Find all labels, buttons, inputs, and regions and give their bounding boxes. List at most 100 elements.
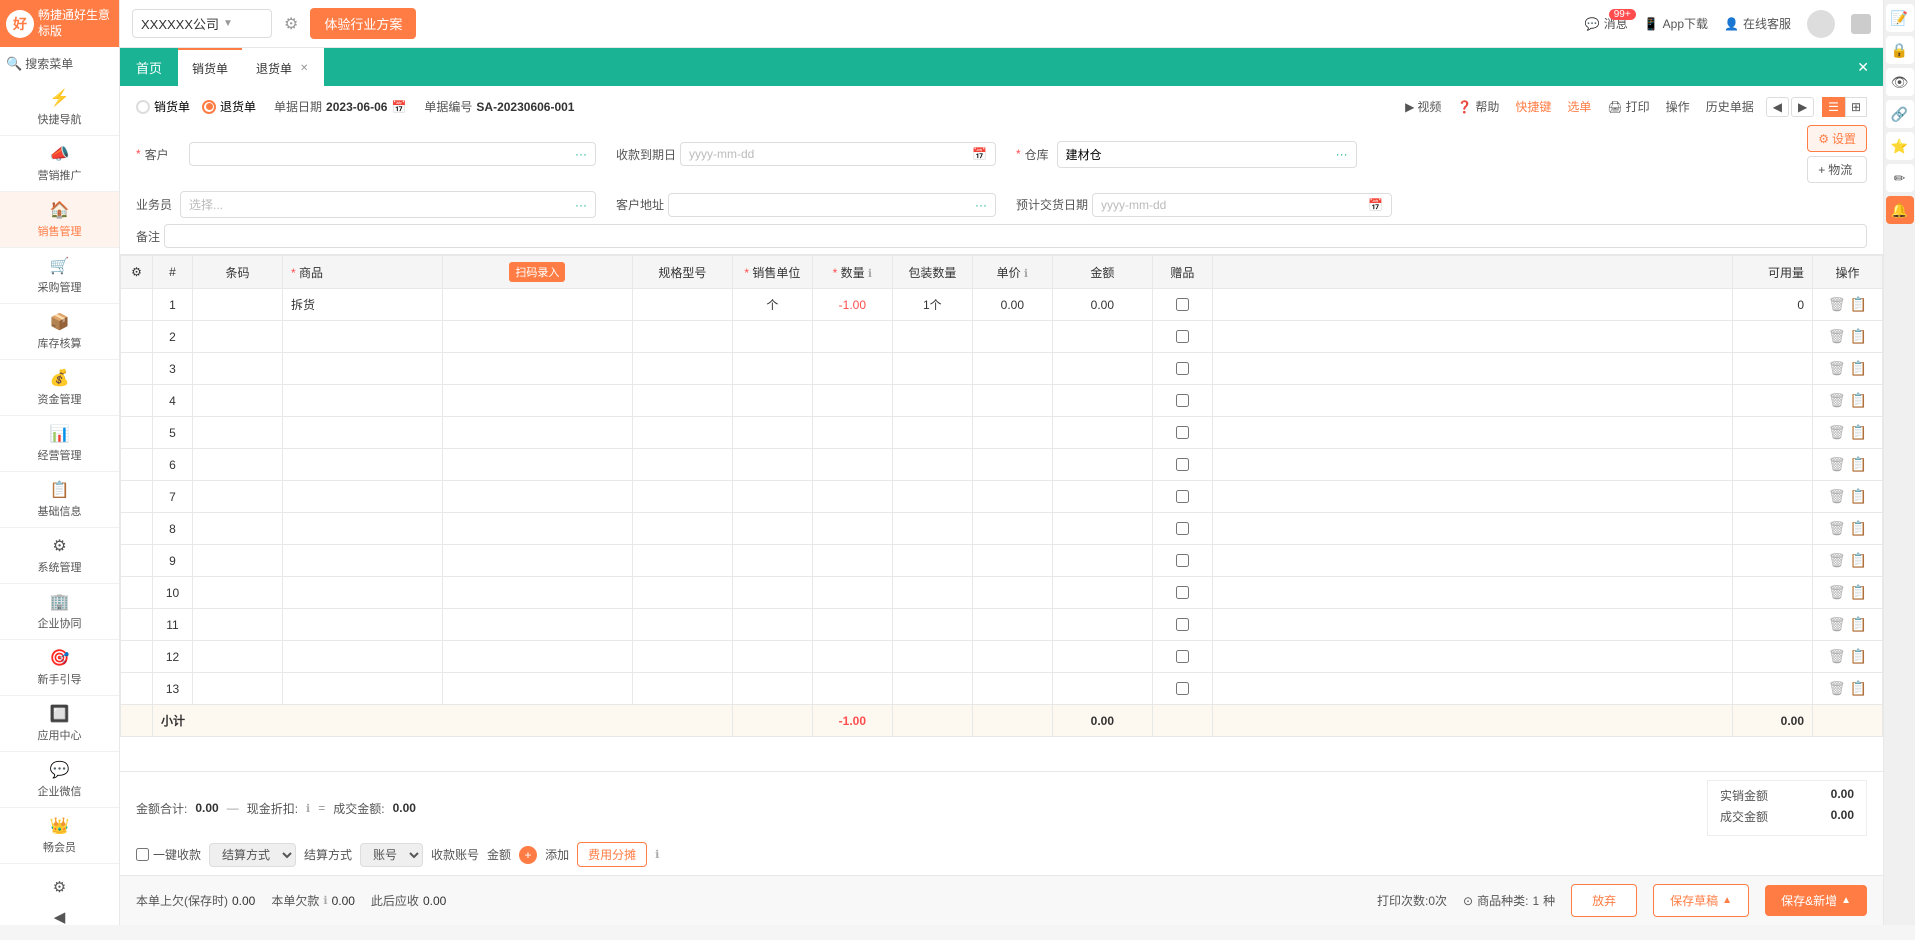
history-btn[interactable]: 历史单据 — [1702, 96, 1758, 117]
help-btn[interactable]: ❓ 帮助 — [1453, 96, 1503, 117]
sidebar-item-finance[interactable]: 💰 资金管理 — [0, 360, 119, 416]
copy-icon-4[interactable]: 📋 — [1850, 392, 1867, 409]
shortcut-btn[interactable]: 快捷键 — [1511, 96, 1555, 117]
logistics-button[interactable]: + 物流 — [1807, 156, 1867, 183]
qty-info-icon[interactable]: ℹ — [868, 268, 872, 280]
delete-icon-5[interactable]: 🗑 — [1828, 424, 1846, 441]
tab-home[interactable]: 首页 — [120, 48, 178, 86]
rp-edit-btn[interactable]: 📝 — [1886, 4, 1914, 32]
view-grid-btn[interactable]: ⊞ — [1845, 97, 1867, 117]
gift-checkbox-10[interactable] — [1176, 586, 1189, 599]
gift-checkbox-9[interactable] — [1176, 554, 1189, 567]
delete-icon-7[interactable]: 🗑 — [1828, 488, 1846, 505]
rp-pencil-btn[interactable]: ✏ — [1886, 164, 1914, 192]
settlement-method-select[interactable]: 结算方式 — [209, 843, 296, 867]
price-info-icon[interactable]: ℹ — [1024, 268, 1028, 280]
delete-icon-8[interactable]: 🗑 — [1828, 520, 1846, 537]
sidebar-item-system[interactable]: ⚙ 系统管理 — [0, 528, 119, 584]
sidebar-item-quick-nav[interactable]: ⚡ 快捷导航 — [0, 80, 119, 136]
salesperson-input[interactable]: 选择... ··· — [180, 191, 596, 218]
gift-checkbox-6[interactable] — [1176, 458, 1189, 471]
sidebar-item-enterprise[interactable]: 🏢 企业协同 — [0, 584, 119, 640]
sidebar-item-wechat[interactable]: 💬 企业微信 — [0, 752, 119, 808]
gift-checkbox-3[interactable] — [1176, 362, 1189, 375]
copy-icon-3[interactable]: 📋 — [1850, 360, 1867, 377]
company-selector[interactable]: XXXXXX公司 ▼ — [132, 9, 272, 38]
delete-icon-1[interactable]: 🗑 — [1828, 296, 1846, 313]
gift-checkbox-12[interactable] — [1176, 650, 1189, 663]
discard-button[interactable]: 放弃 — [1571, 884, 1637, 917]
rp-lock-btn[interactable]: 🔒 — [1886, 36, 1914, 64]
tab-close-icon[interactable]: ✕ — [298, 61, 310, 76]
sidebar-search[interactable]: 🔍 搜索菜单 — [0, 47, 119, 80]
delete-icon-11[interactable]: 🗑 — [1828, 616, 1846, 633]
close-main-icon[interactable]: ✕ — [1843, 59, 1883, 76]
print-btn[interactable]: 🖨 打印 — [1603, 96, 1653, 117]
sidebar-item-inventory[interactable]: 📦 库存核算 — [0, 304, 119, 360]
user-avatar2[interactable] — [1851, 14, 1871, 34]
sidebar-item-sales[interactable]: 🏠 销售管理 — [0, 192, 119, 248]
col-config-header[interactable]: ⚙ — [121, 256, 153, 289]
copy-icon-6[interactable]: 📋 — [1850, 456, 1867, 473]
select-btn[interactable]: 选单 — [1563, 96, 1595, 117]
operation-btn[interactable]: 操作 — [1662, 96, 1694, 117]
delete-icon-3[interactable]: 🗑 — [1828, 360, 1846, 377]
copy-icon-12[interactable]: 📋 — [1850, 648, 1867, 665]
sidebar-item-purchase[interactable]: 🛒 采购管理 — [0, 248, 119, 304]
trial-button[interactable]: 体验行业方案 — [310, 8, 416, 39]
customer-input[interactable]: ··· — [189, 142, 596, 166]
prev-arrow[interactable]: ◀ — [1766, 97, 1789, 117]
delete-icon-4[interactable]: 🗑 — [1828, 392, 1846, 409]
rp-star-btn[interactable]: ⭐ — [1886, 132, 1914, 160]
copy-icon-11[interactable]: 📋 — [1850, 616, 1867, 633]
sidebar-item-vip[interactable]: 👑 畅会员 — [0, 808, 119, 864]
add-payment-button[interactable]: + — [519, 846, 537, 864]
delete-icon-2[interactable]: 🗑 — [1828, 328, 1846, 345]
notes-input[interactable] — [164, 224, 1867, 248]
gift-checkbox-5[interactable] — [1176, 426, 1189, 439]
save-draft-button[interactable]: 保存草稿 ▲ — [1653, 884, 1749, 917]
salesperson-dots-icon[interactable]: ··· — [575, 198, 587, 212]
settings-button[interactable]: ⚙ 设置 — [1807, 125, 1867, 152]
calendar-icon[interactable]: 📅 — [391, 100, 406, 114]
copy-icon-1[interactable]: 📋 — [1850, 296, 1867, 313]
delete-icon-10[interactable]: 🗑 — [1828, 584, 1846, 601]
delete-icon-9[interactable]: 🗑 — [1828, 552, 1846, 569]
col-scan-header[interactable]: 扫码录入 — [443, 256, 633, 289]
video-btn[interactable]: ▶ 视频 — [1401, 96, 1445, 117]
gift-checkbox-4[interactable] — [1176, 394, 1189, 407]
copy-icon-13[interactable]: 📋 — [1850, 680, 1867, 697]
next-arrow[interactable]: ▶ — [1791, 97, 1814, 117]
product-type-icon[interactable]: ⊙ — [1463, 894, 1473, 908]
customer-dots-icon[interactable]: ··· — [575, 147, 587, 161]
warehouse-input[interactable]: 建材仓 ··· — [1057, 141, 1357, 168]
copy-icon-8[interactable]: 📋 — [1850, 520, 1867, 537]
gift-checkbox-1[interactable] — [1176, 298, 1189, 311]
copy-icon-7[interactable]: 📋 — [1850, 488, 1867, 505]
gift-checkbox-11[interactable] — [1176, 618, 1189, 631]
warehouse-dots-icon[interactable]: ··· — [1336, 147, 1348, 161]
online-service-button[interactable]: 👤 在线客服 — [1724, 15, 1791, 32]
customer-address-input[interactable]: ··· — [668, 193, 996, 217]
sidebar-item-apps[interactable]: 🔲 应用中心 — [0, 696, 119, 752]
gift-checkbox-8[interactable] — [1176, 522, 1189, 535]
copy-icon-5[interactable]: 📋 — [1850, 424, 1867, 441]
one-click-collect-input[interactable] — [136, 848, 149, 861]
expense-info-icon[interactable]: ℹ — [655, 848, 659, 861]
gift-checkbox-13[interactable] — [1176, 682, 1189, 695]
copy-icon-9[interactable]: 📋 — [1850, 552, 1867, 569]
sidebar-collapse-btn[interactable]: ◀ — [0, 902, 119, 932]
tab-active[interactable]: 退货单 ✕ — [242, 48, 324, 86]
owe-info-icon[interactable]: ℹ — [323, 894, 327, 907]
address-dots-icon[interactable]: ··· — [975, 198, 987, 212]
one-click-collect-checkbox[interactable]: 一键收款 — [136, 846, 201, 863]
tab-return-goods[interactable]: 销货单 — [178, 48, 242, 86]
delete-icon-6[interactable]: 🗑 — [1828, 456, 1846, 473]
gift-checkbox-7[interactable] — [1176, 490, 1189, 503]
radio-return[interactable]: 退货单 — [202, 98, 256, 115]
delete-icon-12[interactable]: 🗑 — [1828, 648, 1846, 665]
delete-icon-13[interactable]: 🗑 — [1828, 680, 1846, 697]
rp-view-btn[interactable]: 👁 — [1886, 68, 1914, 96]
sidebar-item-guide[interactable]: 🎯 新手引导 — [0, 640, 119, 696]
sidebar-item-operations[interactable]: 📊 经营管理 — [0, 416, 119, 472]
